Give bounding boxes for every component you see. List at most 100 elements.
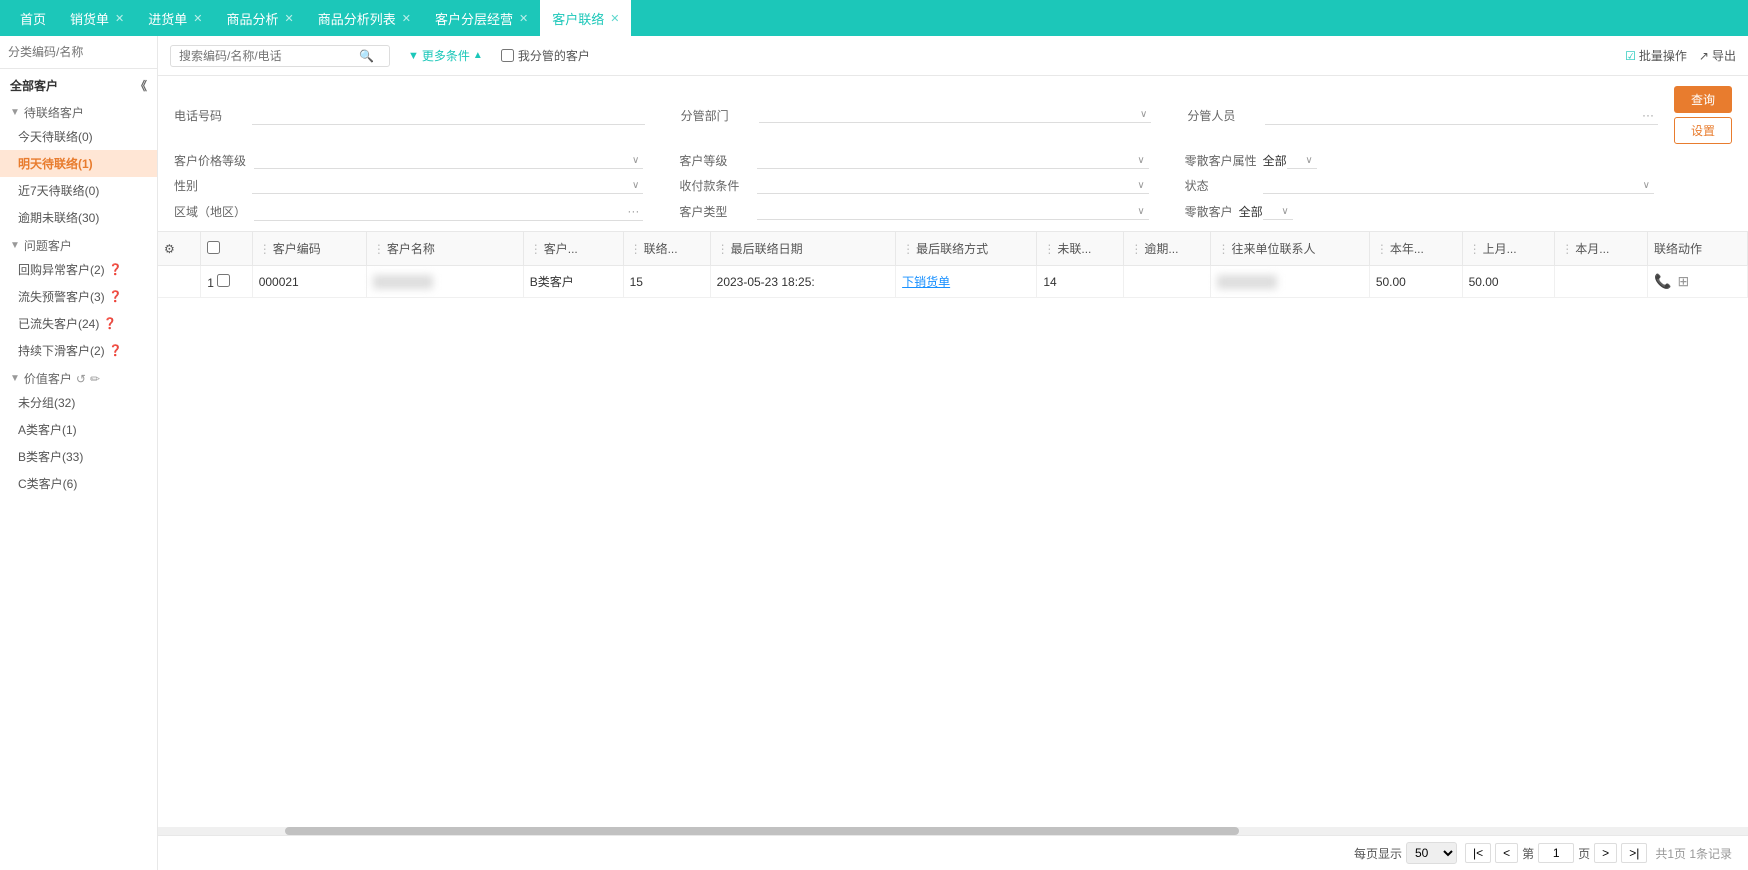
query-button[interactable]: 查询 bbox=[1674, 86, 1732, 113]
retail-attr-value: 全部 bbox=[1263, 152, 1287, 169]
sidebar-item-b-class[interactable]: B类客户(33) bbox=[0, 443, 157, 470]
next-page-btn[interactable]: > bbox=[1594, 843, 1617, 863]
arrow-up-icon: ▲ bbox=[473, 50, 483, 61]
col-header-type[interactable]: 客户... bbox=[523, 232, 623, 266]
footer: 每页显示 50 100 200 |< < 第 页 > >| 共1页 1条记录 bbox=[158, 835, 1748, 870]
row-code[interactable]: 000021 bbox=[252, 266, 366, 298]
horizontal-scrollbar[interactable] bbox=[158, 827, 1748, 835]
prev-page-btn[interactable]: < bbox=[1495, 843, 1518, 863]
last-way-link[interactable]: 下销货单 bbox=[902, 275, 950, 289]
sidebar-item-overdue-pending[interactable]: 逾期未联络(30) bbox=[0, 204, 157, 231]
sidebar-item-declining[interactable]: 持续下滑客户(2) ❓ bbox=[0, 337, 157, 364]
row-unlinked: 14 bbox=[1037, 266, 1124, 298]
more-filter-button[interactable]: ▼ 更多条件 ▲ bbox=[400, 44, 491, 67]
sidebar-search-input[interactable] bbox=[8, 45, 158, 59]
nav-home[interactable]: 首页 bbox=[8, 0, 58, 36]
all-customers-header[interactable]: 全部客户 《 bbox=[0, 69, 157, 98]
phone-input[interactable] bbox=[252, 106, 645, 125]
sidebar-item-today-pending[interactable]: 今天待联络(0) bbox=[0, 123, 157, 150]
col-header-unlinked[interactable]: 未联... bbox=[1037, 232, 1124, 266]
my-customer-checkbox[interactable] bbox=[501, 49, 514, 62]
value-grade-select[interactable]: ∨ bbox=[254, 153, 643, 169]
sidebar-item-a-class[interactable]: A类客户(1) bbox=[0, 416, 157, 443]
area-select[interactable]: ··· bbox=[254, 202, 643, 221]
sidebar-item-c-class[interactable]: C类客户(6) bbox=[0, 470, 157, 497]
close-purchase-order-icon[interactable]: ✕ bbox=[193, 12, 202, 25]
collapse-icon[interactable]: 《 bbox=[135, 77, 147, 94]
phone-action-icon[interactable]: 📞 bbox=[1654, 273, 1671, 290]
nav-customer-layered[interactable]: 客户分层经营 ✕ bbox=[423, 0, 540, 36]
retail-attr-label: 零散客户属性 bbox=[1185, 152, 1257, 169]
nav-customer-contact[interactable]: 客户联络 ✕ bbox=[540, 0, 631, 36]
page-input[interactable] bbox=[1538, 843, 1574, 863]
sidebar-item-churned[interactable]: 已流失客户(24) ❓ bbox=[0, 310, 157, 337]
search-icon-btn[interactable]: 🔍 bbox=[359, 49, 374, 63]
customer-grade-label: 客户等级 bbox=[679, 152, 749, 169]
customer-grade-select[interactable]: ∨ bbox=[757, 153, 1148, 169]
select-all-checkbox[interactable] bbox=[207, 241, 220, 254]
close-product-analysis-list-icon[interactable]: ✕ bbox=[402, 12, 411, 25]
batch-op-button[interactable]: ☑ 批量操作 bbox=[1625, 47, 1687, 64]
refresh-icon[interactable]: ↺ bbox=[76, 372, 86, 386]
retail-customer-select[interactable]: ∨ bbox=[1263, 204, 1293, 220]
table-header-row: ⚙ 客户编码 客户名称 客户... 联络... 最后联络日期 最后联络方式 未联… bbox=[158, 232, 1748, 266]
row-this-year: 50.00 bbox=[1369, 266, 1462, 298]
row-checkbox[interactable] bbox=[217, 274, 230, 287]
per-page-select[interactable]: 50 100 200 bbox=[1406, 842, 1457, 864]
col-header-contact[interactable]: 联络... bbox=[623, 232, 710, 266]
page-size-select-wrap: 每页显示 50 100 200 bbox=[1354, 842, 1457, 864]
filter-gender: 性别 ∨ bbox=[174, 177, 643, 194]
sidebar-item-repurchase-abnormal[interactable]: 回购异常客户(2) ❓ bbox=[0, 256, 157, 283]
filter-person: 分管人员 ··· bbox=[1187, 106, 1658, 125]
retail-attr-select[interactable]: ∨ bbox=[1287, 153, 1317, 169]
col-header-last-way[interactable]: 最后联络方式 bbox=[896, 232, 1037, 266]
row-last-way[interactable]: 下销货单 bbox=[896, 266, 1037, 298]
row-check[interactable]: 1 bbox=[201, 266, 252, 298]
sidebar-item-churn-warning[interactable]: 流失预警客户(3) ❓ bbox=[0, 283, 157, 310]
table-row: 1 000021 ​ B类客户 15 2023-05-23 18:25: 下销货… bbox=[158, 266, 1748, 298]
col-header-this-year[interactable]: 本年... bbox=[1369, 232, 1462, 266]
filter-area: 区域（地区） ··· bbox=[174, 202, 643, 221]
nav-sales-order[interactable]: 销货单 ✕ bbox=[58, 0, 136, 36]
close-sales-order-icon[interactable]: ✕ bbox=[115, 12, 124, 25]
customer-type-select[interactable]: ∨ bbox=[757, 204, 1148, 220]
col-header-check[interactable] bbox=[201, 232, 252, 266]
dept-label: 分管部门 bbox=[681, 107, 751, 124]
nav-product-analysis-list[interactable]: 商品分析列表 ✕ bbox=[306, 0, 423, 36]
sidebar-item-tomorrow-pending[interactable]: 明天待联络(1) bbox=[0, 150, 157, 177]
col-header-name[interactable]: 客户名称 bbox=[366, 232, 523, 266]
page-suffix: 页 bbox=[1578, 845, 1590, 862]
set-button[interactable]: 设置 bbox=[1674, 117, 1732, 144]
col-header-code[interactable]: 客户编码 bbox=[252, 232, 366, 266]
col-header-overdue[interactable]: 逾期... bbox=[1124, 232, 1211, 266]
payment-select[interactable]: ∨ bbox=[757, 178, 1148, 194]
filter-value-grade: 客户价格等级 ∨ bbox=[174, 152, 643, 169]
scrollbar-thumb[interactable] bbox=[285, 827, 1239, 835]
col-header-last-date[interactable]: 最后联络日期 bbox=[710, 232, 895, 266]
close-product-analysis-icon[interactable]: ✕ bbox=[285, 12, 294, 25]
gender-select[interactable]: ∨ bbox=[252, 178, 643, 194]
sidebar-item-ungrouped[interactable]: 未分组(32) bbox=[0, 389, 157, 416]
col-header-last-month[interactable]: 上月... bbox=[1462, 232, 1555, 266]
col-header-this-month[interactable]: 本月... bbox=[1555, 232, 1648, 266]
first-page-btn[interactable]: |< bbox=[1465, 843, 1491, 863]
sidebar-search-area: 🔍 bbox=[0, 36, 157, 69]
dept-select[interactable]: ∨ bbox=[759, 107, 1152, 123]
person-select[interactable]: ··· bbox=[1265, 106, 1658, 125]
row-overdue bbox=[1124, 266, 1211, 298]
nav-product-analysis[interactable]: 商品分析 ✕ bbox=[214, 0, 305, 36]
filter-payment: 收付款条件 ∨ bbox=[679, 177, 1148, 194]
status-select[interactable]: ∨ bbox=[1263, 178, 1654, 194]
close-customer-layered-icon[interactable]: ✕ bbox=[519, 12, 528, 25]
search-input[interactable] bbox=[179, 49, 359, 63]
person-label: 分管人员 bbox=[1187, 107, 1257, 124]
close-customer-contact-icon[interactable]: ✕ bbox=[610, 12, 619, 25]
col-header-settings[interactable]: ⚙ bbox=[158, 232, 201, 266]
sidebar-item-7days-pending[interactable]: 近7天待联络(0) bbox=[0, 177, 157, 204]
grid-action-icon[interactable]: ⊞ bbox=[1677, 273, 1689, 290]
export-button[interactable]: ↗ 导出 bbox=[1699, 47, 1736, 64]
edit-icon[interactable]: ✏ bbox=[90, 372, 100, 386]
last-page-btn[interactable]: >| bbox=[1621, 843, 1647, 863]
nav-purchase-order[interactable]: 进货单 ✕ bbox=[136, 0, 214, 36]
col-header-unit-contact[interactable]: 往来单位联系人 bbox=[1211, 232, 1369, 266]
